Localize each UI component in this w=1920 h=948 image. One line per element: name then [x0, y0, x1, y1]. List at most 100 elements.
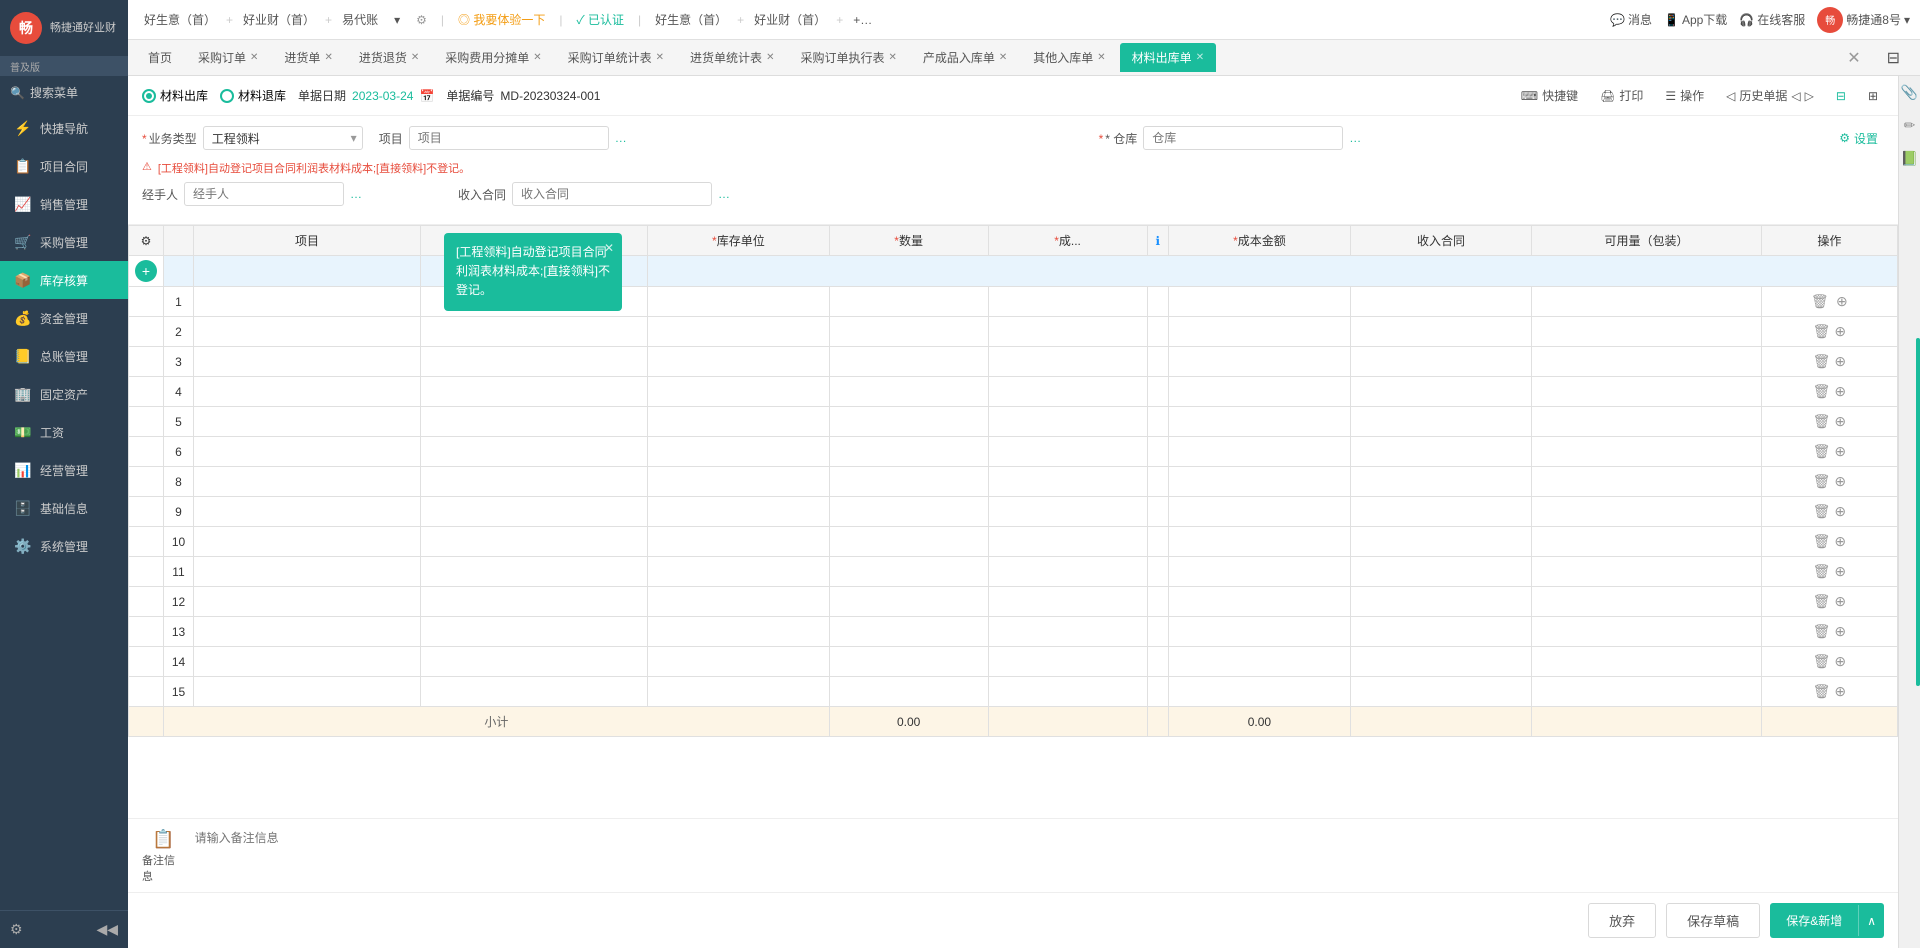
save-draft-btn[interactable]: 保存草稿: [1666, 903, 1760, 938]
col-unit-header[interactable]: *库存单位: [648, 226, 830, 256]
sidebar-item-operations[interactable]: 📊 经营管理: [0, 451, 128, 489]
operations-btn[interactable]: ☰ 操作: [1659, 84, 1710, 107]
tab-list-view[interactable]: ⊟: [1875, 42, 1912, 74]
row-project-1[interactable]: [194, 287, 421, 317]
copy-row-icon[interactable]: ⊕: [1832, 683, 1848, 699]
delete-row-icon[interactable]: 🗑: [1811, 503, 1833, 519]
tab-close-icon[interactable]: ✕: [411, 52, 419, 63]
tab-purchase-order[interactable]: 采购订单 ✕: [186, 43, 270, 72]
copy-row-icon[interactable]: ⊕: [1834, 293, 1850, 309]
tab-close-icon[interactable]: ✕: [1196, 52, 1204, 63]
radio-return[interactable]: 材料退库: [220, 87, 286, 104]
topbar-extra-1[interactable]: 好生意（首）: [649, 7, 733, 32]
delete-row-icon[interactable]: 🗑: [1809, 293, 1831, 309]
copy-row-icon[interactable]: ⊕: [1832, 383, 1848, 399]
remark-input[interactable]: [195, 827, 1884, 849]
tab-close-icon[interactable]: ✕: [250, 52, 258, 63]
copy-row-icon[interactable]: ⊕: [1832, 443, 1848, 459]
row-contract-1[interactable]: [1350, 287, 1532, 317]
tab-inbound-return[interactable]: 进货退货 ✕: [347, 43, 431, 72]
print-btn[interactable]: 🖨 打印: [1594, 84, 1649, 107]
copy-row-icon[interactable]: ⊕: [1832, 623, 1848, 639]
tab-close-icon[interactable]: ✕: [324, 52, 332, 63]
sidebar-item-sales[interactable]: 📈 销售管理: [0, 185, 128, 223]
handler-input[interactable]: [184, 182, 344, 206]
col-cost-header[interactable]: *成...: [988, 226, 1147, 256]
project-ellipsis-btn[interactable]: …: [615, 131, 627, 145]
copy-row-icon[interactable]: ⊕: [1832, 563, 1848, 579]
tab-close-icon[interactable]: ✕: [999, 52, 1007, 63]
save-new-main-btn[interactable]: 保存&新增: [1770, 905, 1859, 936]
row-available-1[interactable]: [1532, 287, 1761, 317]
settings-gear-icon[interactable]: ⚙: [10, 921, 23, 938]
delete-row-icon[interactable]: 🗑: [1811, 413, 1833, 429]
tab-inbound[interactable]: 进货单 ✕: [272, 43, 344, 72]
tab-material-outbound[interactable]: 材料出库单 ✕: [1120, 43, 1216, 72]
settings-btn[interactable]: ⚙ 设置: [1833, 127, 1884, 150]
delete-row-icon[interactable]: 🗑: [1811, 653, 1833, 669]
delete-row-icon[interactable]: 🗑: [1811, 473, 1833, 489]
right-panel-note-icon[interactable]: 📗: [1897, 146, 1920, 171]
tab-purchase-stat[interactable]: 采购订单统计表 ✕: [556, 43, 676, 72]
collapse-icon[interactable]: ◀◀: [96, 921, 118, 938]
topbar-dropdown-icon[interactable]: ▾: [388, 9, 406, 31]
topbar-settings-icon[interactable]: ⚙: [410, 9, 433, 31]
row-project-2[interactable]: [194, 317, 421, 347]
topbar-online-service[interactable]: 🎧 在线客服: [1739, 11, 1805, 28]
topbar-message[interactable]: 💬 消息: [1610, 11, 1652, 28]
delete-row-icon[interactable]: 🗑: [1811, 323, 1833, 339]
history-nav-next[interactable]: ▷: [1805, 89, 1814, 103]
tab-close-icon[interactable]: ✕: [888, 52, 896, 63]
tab-close-all[interactable]: ✕: [1835, 42, 1872, 74]
tab-inbound-stat[interactable]: 进货单统计表 ✕: [678, 43, 786, 72]
col-project-header[interactable]: 项目: [194, 226, 421, 256]
col-info-icon-header[interactable]: ℹ: [1147, 226, 1169, 256]
shortcut-key-btn[interactable]: ⌨ 快捷键: [1515, 84, 1584, 107]
col-quantity-header[interactable]: *数量: [829, 226, 988, 256]
row-cost-1[interactable]: [988, 287, 1147, 317]
topbar-nav-2[interactable]: 好业财（首）: [237, 7, 321, 32]
copy-row-icon[interactable]: ⊕: [1832, 503, 1848, 519]
copy-row-icon[interactable]: ⊕: [1832, 413, 1848, 429]
col-income-contract-header[interactable]: 收入合同: [1350, 226, 1532, 256]
row-cost-amount-1[interactable]: [1169, 287, 1351, 317]
right-panel-edit-icon[interactable]: ✏: [1900, 113, 1920, 138]
copy-row-icon[interactable]: ⊕: [1832, 353, 1848, 369]
copy-row-icon[interactable]: ⊕: [1832, 593, 1848, 609]
tab-close-icon[interactable]: ✕: [766, 52, 774, 63]
delete-row-icon[interactable]: 🗑: [1811, 683, 1833, 699]
history-btn[interactable]: ◁ 历史单据 ◁ ▷: [1720, 84, 1820, 107]
row-qty-1[interactable]: [829, 287, 988, 317]
sidebar-item-assets[interactable]: 🏢 固定资产: [0, 375, 128, 413]
warehouse-ellipsis-btn[interactable]: …: [1349, 131, 1361, 145]
row-unit-1[interactable]: [648, 287, 830, 317]
sidebar-item-inventory[interactable]: 📦 库存核算: [0, 261, 128, 299]
sidebar-item-payroll[interactable]: 💵 工资: [0, 413, 128, 451]
handler-ellipsis-btn[interactable]: …: [350, 187, 362, 201]
tab-other-inbound[interactable]: 其他入库单 ✕: [1021, 43, 1117, 72]
add-row-btn[interactable]: +: [135, 260, 157, 282]
copy-row-icon[interactable]: ⊕: [1832, 473, 1848, 489]
row-unit-cell-7[interactable]: [648, 256, 1898, 287]
sidebar-item-shortcut[interactable]: ⚡ 快捷导航: [0, 109, 128, 147]
col-available-header[interactable]: 可用量（包装）: [1532, 226, 1761, 256]
sidebar-item-purchase[interactable]: 🛒 采购管理: [0, 223, 128, 261]
history-nav-prev[interactable]: ◁: [1791, 89, 1800, 103]
delete-row-icon[interactable]: 🗑: [1811, 623, 1833, 639]
tab-home[interactable]: 首页: [136, 43, 184, 72]
tab-purchase-exec[interactable]: 采购订单执行表 ✕: [788, 43, 908, 72]
sidebar-item-system[interactable]: ⚙️ 系统管理: [0, 527, 128, 565]
sidebar-item-basic[interactable]: 🗄️ 基础信息: [0, 489, 128, 527]
sidebar-item-ledger[interactable]: 📒 总账管理: [0, 337, 128, 375]
delete-row-icon[interactable]: 🗑: [1811, 533, 1833, 549]
topbar-nav-1[interactable]: 好生意（首）: [138, 7, 222, 32]
income-contract-ellipsis-btn[interactable]: …: [718, 187, 730, 201]
income-contract-input[interactable]: [512, 182, 712, 206]
radio-outbound[interactable]: 材料出库: [142, 87, 208, 104]
right-panel-attach-icon[interactable]: 📎: [1897, 80, 1920, 105]
col-settings-icon[interactable]: ⚙: [141, 234, 152, 248]
sidebar-item-project[interactable]: 📋 项目合同: [0, 147, 128, 185]
copy-row-icon[interactable]: ⊕: [1832, 323, 1848, 339]
list-view-btn[interactable]: ⊟: [1830, 86, 1852, 106]
delete-row-icon[interactable]: 🗑: [1811, 383, 1833, 399]
